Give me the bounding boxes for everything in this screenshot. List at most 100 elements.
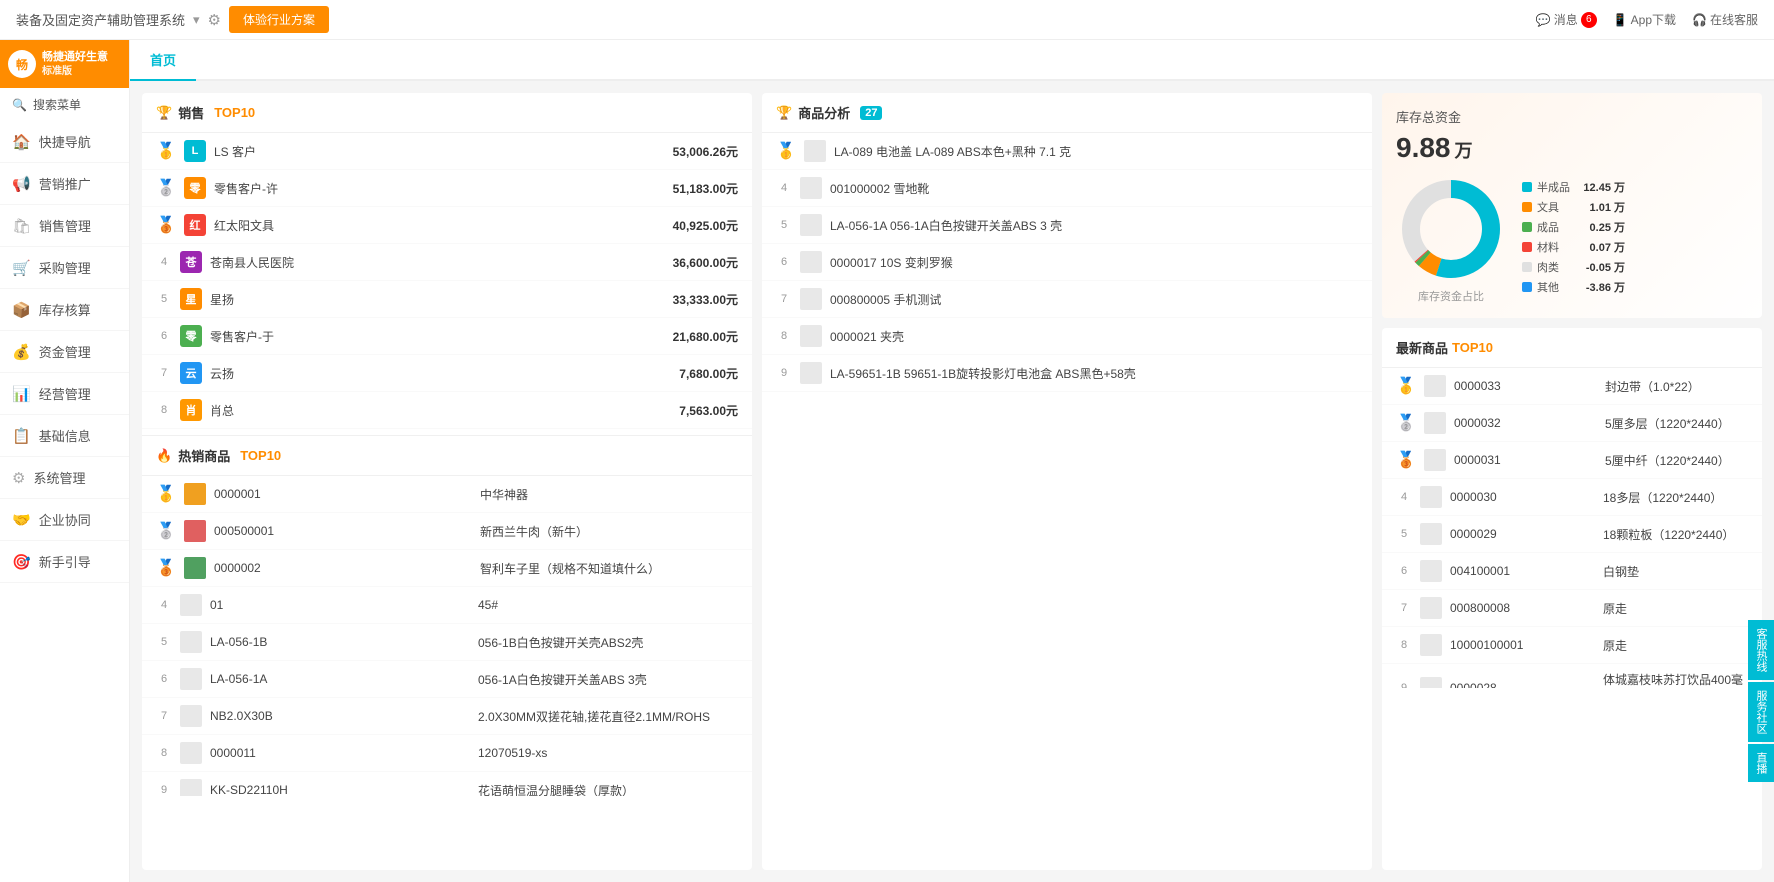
sidebar-item-basic[interactable]: 📋 基础信息 <box>0 415 129 457</box>
new-products-title: 最新商品 <box>1396 338 1448 357</box>
product-name: 原走 <box>1603 637 1748 654</box>
list-item: 5 LA-056-1B 056-1B白色按键开关壳ABS2壳 <box>142 624 752 661</box>
list-item: 8 0000021 夹壳 <box>762 318 1372 355</box>
sidebar-item-operation[interactable]: 📊 经营管理 <box>0 373 129 415</box>
rank-icon: 🥉 <box>1396 450 1416 470</box>
product-img <box>184 520 206 542</box>
app-download-link[interactable]: 📱 App下载 <box>1613 11 1676 28</box>
customer-name: LS 客户 <box>214 143 665 160</box>
top-customers-header: 🏆 销售 TOP10 <box>142 93 752 133</box>
trial-btn[interactable]: 体验行业方案 <box>229 6 329 33</box>
product-code: 004100001 <box>1450 564 1595 578</box>
customer-name: 苍南县人民医院 <box>210 254 665 271</box>
customer-name: 星扬 <box>210 291 665 308</box>
list-item: 6 004100001 白钢垫 <box>1382 553 1762 590</box>
rank-icon: 🥇 <box>156 484 176 504</box>
sidebar-logo-text: 畅捷通好生意 标准版 <box>42 50 108 77</box>
settings-icon[interactable]: ⚙ <box>208 11 221 29</box>
rank-num: 7 <box>1396 602 1412 614</box>
product-img <box>180 631 202 653</box>
rank-num: 4 <box>1396 491 1412 503</box>
legend-item: 肉类 -0.05 万 <box>1522 259 1625 275</box>
legend-dot <box>1522 182 1532 192</box>
product-img <box>1420 597 1442 619</box>
donut-container: 库存资金占比 <box>1396 174 1506 304</box>
list-item: 7 云 云扬 7,680.00元 <box>142 355 752 392</box>
sidebar-item-guide[interactable]: 🎯 新手引导 <box>0 541 129 583</box>
online-service-link[interactable]: 🎧 在线客服 <box>1692 11 1758 28</box>
legend-item: 材料 0.07 万 <box>1522 239 1625 255</box>
sidebar-item-system[interactable]: ⚙ 系统管理 <box>0 457 129 499</box>
legend-val: -3.86 万 <box>1575 279 1625 295</box>
product-img <box>800 177 822 199</box>
rank-num: 9 <box>156 784 172 796</box>
hot-products-title: 热销商品 <box>178 446 230 465</box>
list-item: 🥇 0000001 中华神器 <box>142 476 752 513</box>
legend-dot <box>1522 202 1532 212</box>
new-products-list: 🥇 0000033 封边带（1.0*22） 🥈 0000032 5厘多层（122… <box>1382 368 1762 688</box>
sidebar-item-finance[interactable]: 💰 资金管理 <box>0 331 129 373</box>
app-label: App下载 <box>1631 11 1676 28</box>
rank-num: 5 <box>1396 528 1412 540</box>
rank-num: 5 <box>156 636 172 648</box>
rank-num: 8 <box>776 330 792 342</box>
message-link[interactable]: 💬 消息 6 <box>1536 11 1597 28</box>
rank-num: 9 <box>1396 682 1412 688</box>
operation-icon: 📊 <box>12 385 31 403</box>
customer-amount: 53,006.26元 <box>673 143 738 160</box>
product-img <box>1420 486 1442 508</box>
customer-amount: 7,563.00元 <box>679 402 738 419</box>
legend-label: 材料 <box>1537 239 1570 255</box>
float-buttons: 客服热线 服务社区 直播 <box>1748 620 1774 782</box>
sales-products-title: 商品分析 <box>798 103 850 122</box>
chart-section: 库存资金占比 半成品 12.45 万 文具 1.01 万 <box>1396 174 1748 304</box>
sidebar-item-quick-nav[interactable]: 🏠 快捷导航 <box>0 121 129 163</box>
logo-sub: 标准版 <box>42 65 108 78</box>
sidebar-item-inventory[interactable]: 📦 库存核算 <box>0 289 129 331</box>
product-name: 新西兰牛肉（新牛） <box>480 523 738 540</box>
float-btn-community[interactable]: 服务社区 <box>1748 682 1774 742</box>
sidebar-item-company[interactable]: 🤝 企业协同 <box>0 499 129 541</box>
product-code: 0000029 <box>1450 527 1595 541</box>
product-img <box>180 705 202 727</box>
sidebar-item-purchase[interactable]: 🛒 采购管理 <box>0 247 129 289</box>
list-item: 6 LA-056-1A 056-1A白色按键开关盖ABS 3壳 <box>142 661 752 698</box>
float-btn-service[interactable]: 客服热线 <box>1748 620 1774 680</box>
sidebar-label: 经营管理 <box>39 384 91 403</box>
sidebar-label: 采购管理 <box>39 258 91 277</box>
rank-num: 7 <box>156 367 172 379</box>
product-name: 18多层（1220*2440） <box>1603 489 1748 506</box>
product-name: 5厘多层（1220*2440） <box>1605 415 1748 432</box>
company-icon: 🤝 <box>12 511 31 529</box>
legend-label: 肉类 <box>1537 259 1570 275</box>
sales-icon: 🛍 <box>12 217 31 235</box>
product-info: 001000002 雪地靴 <box>830 180 1358 197</box>
customer-amount: 36,600.00元 <box>673 254 738 271</box>
legend-val: -0.05 万 <box>1575 259 1625 275</box>
list-item: 4 0000030 18多层（1220*2440） <box>1382 479 1762 516</box>
legend-item: 半成品 12.45 万 <box>1522 179 1625 195</box>
product-code: 0000002 <box>214 561 472 575</box>
online-label: 在线客服 <box>1710 11 1758 28</box>
rank-num: 6 <box>1396 565 1412 577</box>
list-item: 🥉 0000002 智利车子里（规格不知道填什么） <box>142 550 752 587</box>
product-img <box>180 779 202 796</box>
sidebar-item-marketing[interactable]: 📢 营销推广 <box>0 163 129 205</box>
rank-num: 5 <box>156 293 172 305</box>
legend-label: 其他 <box>1537 279 1570 295</box>
search-menu[interactable]: 🔍 搜索菜单 <box>0 88 129 121</box>
product-img <box>1420 523 1442 545</box>
inventory-unit: 万 <box>1455 137 1473 163</box>
list-item: 5 0000029 18颗粒板（1220*2440） <box>1382 516 1762 553</box>
product-name: 智利车子里（规格不知道填什么） <box>480 560 738 577</box>
product-img <box>800 214 822 236</box>
sidebar-label: 营销推广 <box>39 174 91 193</box>
customer-name: 云扬 <box>210 365 671 382</box>
sidebar-item-sales[interactable]: 🛍 销售管理 <box>0 205 129 247</box>
tab-home[interactable]: 首页 <box>130 40 196 81</box>
system-dropdown-icon[interactable]: ▾ <box>193 12 200 28</box>
float-btn-live[interactable]: 直播 <box>1748 744 1774 782</box>
sidebar-label: 快捷导航 <box>39 132 91 151</box>
rank-num: 8 <box>156 404 172 416</box>
customer-amount: 7,680.00元 <box>679 365 738 382</box>
